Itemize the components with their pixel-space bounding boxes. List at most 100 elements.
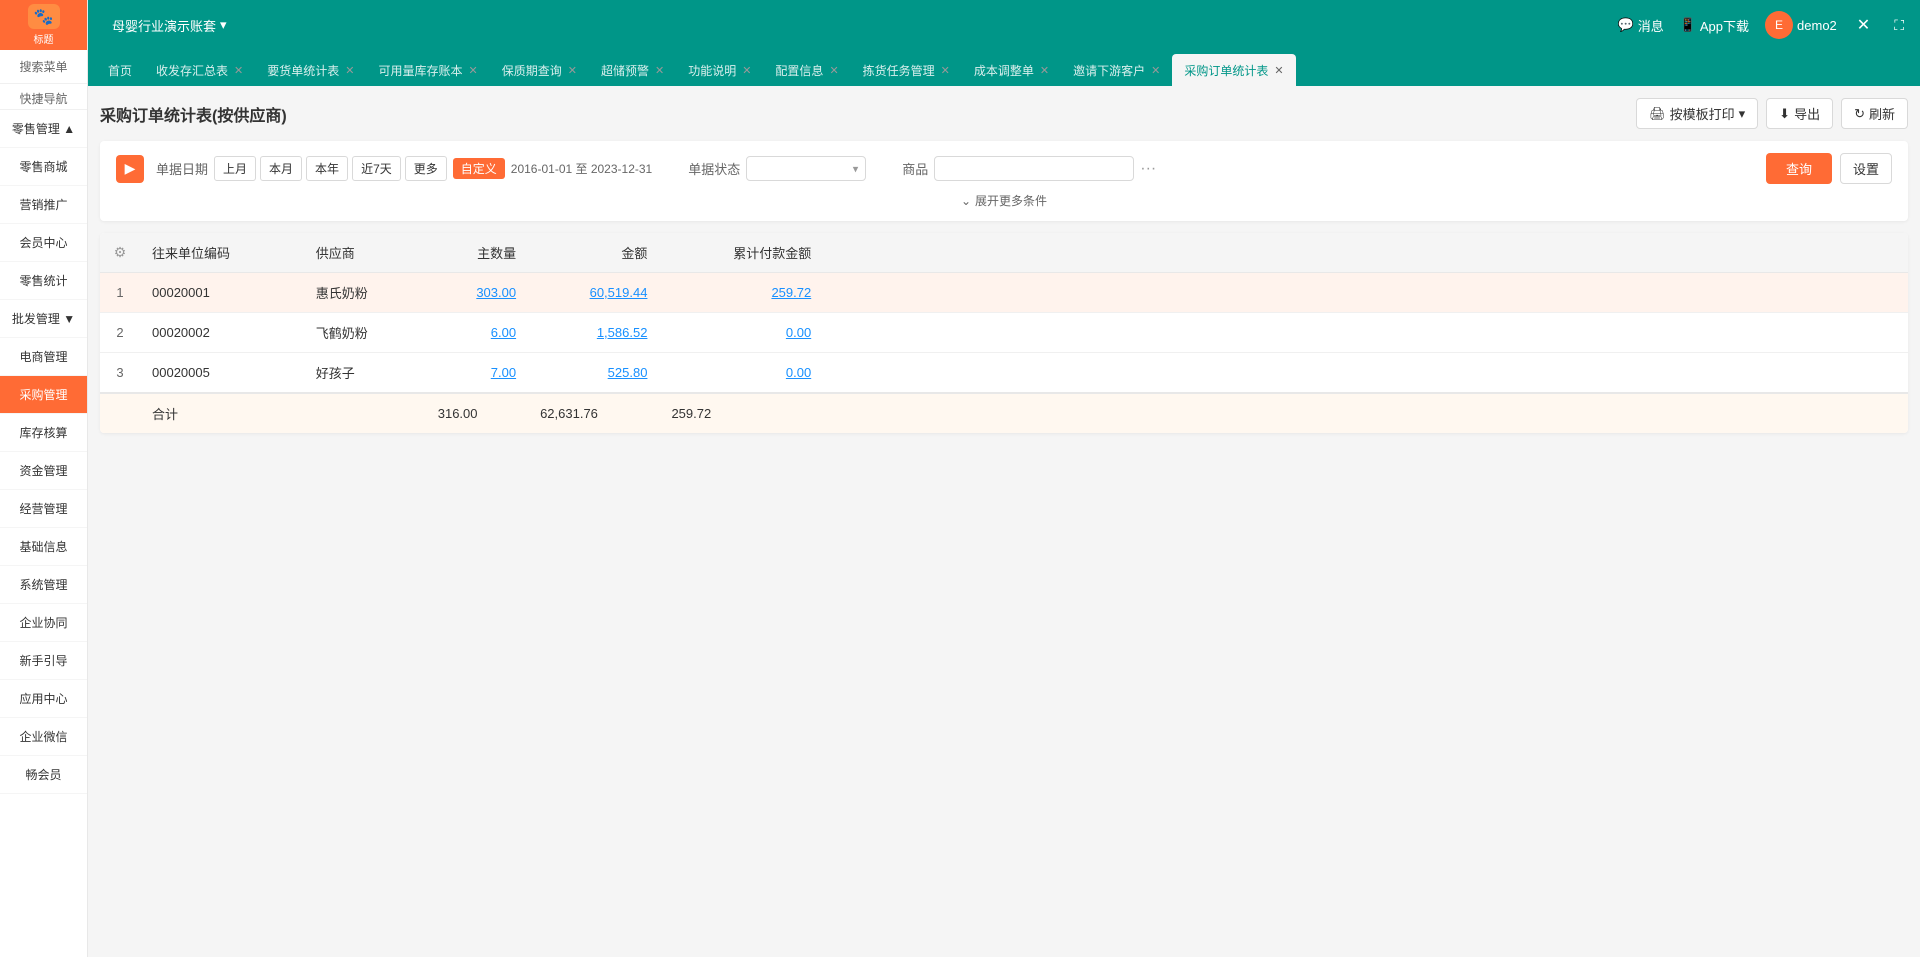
column-settings-icon[interactable]: ⚙ xyxy=(114,244,127,260)
search-button[interactable]: 查询 xyxy=(1766,153,1832,184)
sidebar-item-wechat[interactable]: 企业微信 xyxy=(0,718,87,756)
tab-function-desc[interactable]: 功能说明 ✕ xyxy=(676,54,763,86)
expand-more-btn[interactable]: ⌄ 展开更多条件 xyxy=(116,192,1892,209)
page-actions: 🖨 按模板打印 ▾ ⬇ 导出 ↻ 刷新 xyxy=(1636,98,1908,129)
date-more-btn[interactable]: 更多 xyxy=(405,156,447,181)
tab-stock-summary[interactable]: 收发存汇总表 ✕ xyxy=(144,54,255,86)
tab-cost-adjust[interactable]: 成本调整单 ✕ xyxy=(962,54,1061,86)
row-code: 00020001 xyxy=(140,273,304,313)
tab-label: 邀请下游客户 xyxy=(1073,62,1145,79)
date-this-year-btn[interactable]: 本年 xyxy=(306,156,348,181)
row-amount: 1,586.52 xyxy=(528,313,659,353)
date-custom-badge[interactable]: 自定义 xyxy=(453,158,505,179)
account-dropdown[interactable]: 母婴行业演示账套 ▾ xyxy=(100,0,239,50)
tab-pick-task[interactable]: 拣货任务管理 ✕ xyxy=(851,54,962,86)
sidebar-item-inventory[interactable]: 库存核算 xyxy=(0,414,87,452)
table-footer-row: 合计 316.00 62,631.76 259.72 xyxy=(100,393,1908,433)
goods-filter-more-icon[interactable]: ··· xyxy=(1140,160,1156,178)
sidebar-item-finance[interactable]: 资金管理 xyxy=(0,452,87,490)
account-label: 母婴行业演示账套 xyxy=(112,16,216,35)
sidebar-search[interactable]: 搜索菜单 xyxy=(0,50,87,84)
tab-close-icon[interactable]: ✕ xyxy=(829,64,838,77)
tab-close-icon[interactable]: ✕ xyxy=(742,64,751,77)
topbar-expand-icon[interactable]: ⛶ xyxy=(1890,13,1908,38)
tab-close-icon[interactable]: ✕ xyxy=(941,64,950,77)
tab-invite-customer[interactable]: 邀请下游客户 ✕ xyxy=(1061,54,1172,86)
refresh-label: 刷新 xyxy=(1869,104,1895,123)
row-paid: 0.00 xyxy=(659,353,823,394)
tab-close-icon[interactable]: ✕ xyxy=(568,64,577,77)
tab-expiry-query[interactable]: 保质期查询 ✕ xyxy=(490,54,589,86)
tab-label: 配置信息 xyxy=(775,62,823,79)
status-select[interactable]: 全部 xyxy=(746,156,866,181)
tab-purchase-order-stats[interactable]: 采购订单统计表 ✕ xyxy=(1172,54,1295,86)
sidebar-quick-nav[interactable]: 快捷导航 xyxy=(0,84,87,110)
paid-link[interactable]: 0.00 xyxy=(786,325,811,340)
sidebar-item-retail-shop[interactable]: 零售商城 xyxy=(0,148,87,186)
sidebar-item-operations[interactable]: 经营管理 xyxy=(0,490,87,528)
sidebar-item-system[interactable]: 系统管理 xyxy=(0,566,87,604)
tab-config-info[interactable]: 配置信息 ✕ xyxy=(763,54,850,86)
amount-link[interactable]: 525.80 xyxy=(608,365,648,380)
row-amount: 60,519.44 xyxy=(528,273,659,313)
amount-link[interactable]: 60,519.44 xyxy=(590,285,648,300)
paid-link[interactable]: 259.72 xyxy=(771,285,811,300)
qty-link[interactable]: 303.00 xyxy=(476,285,516,300)
filter-toggle-btn[interactable]: ▶ xyxy=(116,155,144,183)
printer-icon: 🖨 xyxy=(1649,106,1666,122)
app-download-icon: 📱 xyxy=(1680,17,1696,33)
goods-filter-input[interactable] xyxy=(934,156,1134,181)
user-profile[interactable]: E demo2 xyxy=(1765,11,1837,39)
main-content: 母婴行业演示账套 ▾ 💬 消息 📱 App下载 E demo2 ✕ ⛶ 首页 xyxy=(88,0,1920,957)
settings-button[interactable]: 设置 xyxy=(1840,153,1892,184)
tab-avail-inventory[interactable]: 可用量库存账本 ✕ xyxy=(366,54,489,86)
export-button[interactable]: ⬇ 导出 xyxy=(1766,98,1833,129)
sidebar-item-vip[interactable]: 畅会员 xyxy=(0,756,87,794)
tab-order-stats[interactable]: 要货单统计表 ✕ xyxy=(255,54,366,86)
tab-home[interactable]: 首页 xyxy=(96,54,144,86)
amount-link[interactable]: 1,586.52 xyxy=(597,325,648,340)
app-logo: 🐾 标题 xyxy=(0,0,87,50)
user-avatar: E xyxy=(1765,11,1793,39)
sidebar-item-collab[interactable]: 企业协同 xyxy=(0,604,87,642)
sidebar-item-guide[interactable]: 新手引导 xyxy=(0,642,87,680)
date-last-month-btn[interactable]: 上月 xyxy=(214,156,256,181)
footer-empty xyxy=(100,393,140,433)
tab-close-icon[interactable]: ✕ xyxy=(1151,64,1160,77)
tab-overstock[interactable]: 超储预警 ✕ xyxy=(589,54,676,86)
print-button[interactable]: 🖨 按模板打印 ▾ xyxy=(1636,98,1758,129)
sidebar-item-label: 畅会员 xyxy=(25,766,61,783)
tab-close-icon[interactable]: ✕ xyxy=(655,64,664,77)
date-this-month-btn[interactable]: 本月 xyxy=(260,156,302,181)
col-amount-header: 金额 xyxy=(528,233,659,273)
tab-close-icon[interactable]: ✕ xyxy=(1274,64,1283,77)
sidebar-item-marketing[interactable]: 营销推广 xyxy=(0,186,87,224)
sidebar-item-wholesale[interactable]: 批发管理 ▼ xyxy=(0,300,87,338)
sidebar-item-retail-stats[interactable]: 零售统计 xyxy=(0,262,87,300)
tab-close-icon[interactable]: ✕ xyxy=(345,64,354,77)
sidebar-item-ecommerce[interactable]: 电商管理 xyxy=(0,338,87,376)
tab-close-icon[interactable]: ✕ xyxy=(469,64,478,77)
message-btn[interactable]: 💬 消息 xyxy=(1618,16,1664,35)
qty-link[interactable]: 6.00 xyxy=(491,325,516,340)
sidebar-item-app-center[interactable]: 应用中心 xyxy=(0,680,87,718)
topbar-close-icon[interactable]: ✕ xyxy=(1853,11,1874,39)
sidebar-item-purchase[interactable]: 采购管理 xyxy=(0,376,87,414)
sidebar-item-retail-mgmt[interactable]: 零售管理 ▲ xyxy=(0,110,87,148)
tab-close-icon[interactable]: ✕ xyxy=(234,64,243,77)
dropdown-arrow-icon: ▾ xyxy=(220,17,227,33)
date-7days-btn[interactable]: 近7天 xyxy=(352,156,401,181)
qty-link[interactable]: 7.00 xyxy=(491,365,516,380)
sidebar-item-member[interactable]: 会员中心 xyxy=(0,224,87,262)
tab-close-icon[interactable]: ✕ xyxy=(1040,64,1049,77)
refresh-button[interactable]: ↻ 刷新 xyxy=(1841,98,1908,129)
sidebar-item-label: 企业协同 xyxy=(19,614,67,631)
sidebar: 🐾 标题 搜索菜单 快捷导航 零售管理 ▲ 零售商城 营销推广 会员中心 零售统… xyxy=(0,0,88,957)
status-select-wrapper: 全部 xyxy=(746,156,866,181)
row-paid: 259.72 xyxy=(659,273,823,313)
sidebar-item-basic-info[interactable]: 基础信息 xyxy=(0,528,87,566)
tab-label: 收发存汇总表 xyxy=(156,62,228,79)
paid-link[interactable]: 0.00 xyxy=(786,365,811,380)
app-download-btn[interactable]: 📱 App下载 xyxy=(1680,16,1749,35)
footer-label: 合计 xyxy=(140,393,426,433)
